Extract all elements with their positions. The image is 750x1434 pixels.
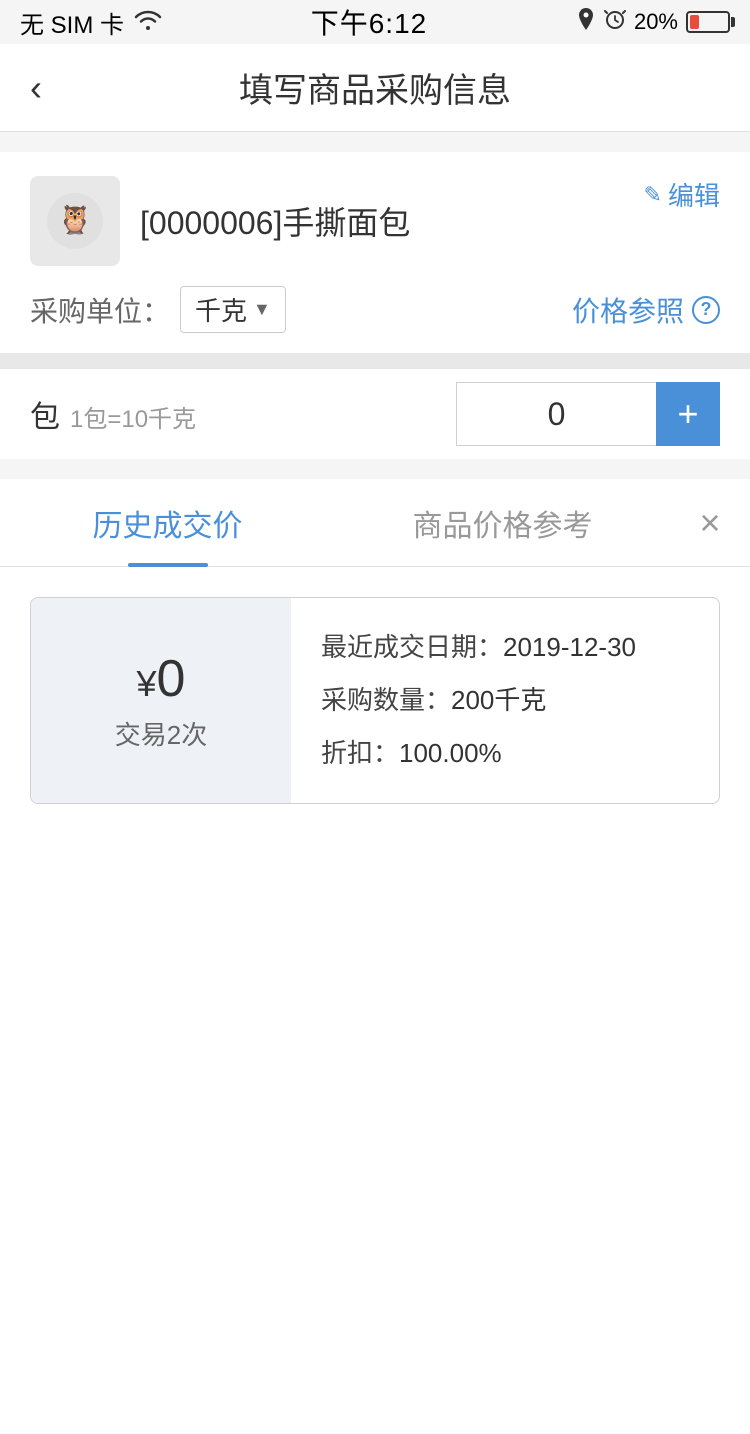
status-right: 20% [576, 7, 730, 37]
product-card: 🦉 [0000006]手撕面包 ✎ 编辑 采购单位： 千克 ▼ 价格参照 ? [0, 152, 750, 353]
product-left: 🦉 [0000006]手撕面包 [30, 176, 410, 266]
page-title: 填写商品采购信息 [239, 63, 511, 112]
status-bar: 无 SIM 卡 下午6:12 20% [0, 0, 750, 44]
price-ref-label: 价格参照 [572, 290, 684, 330]
tab-active-indicator [128, 563, 208, 567]
edit-icon: ✎ [644, 182, 662, 208]
unit-value: 千克 [195, 291, 247, 328]
history-card: ¥0 交易2次 最近成交日期：2019-12-30 采购数量：200千克 折扣：… [30, 597, 720, 804]
unit-select[interactable]: 千克 ▼ [180, 286, 286, 333]
history-content: ¥0 交易2次 最近成交日期：2019-12-30 采购数量：200千克 折扣：… [0, 567, 750, 834]
unit-dropdown-arrow: ▼ [253, 299, 271, 320]
carrier-text: 无 SIM 卡 [20, 5, 124, 40]
location-icon [576, 7, 596, 37]
status-time: 下午6:12 [311, 2, 428, 42]
quantity-input[interactable] [456, 382, 656, 446]
history-trade-times: 交易2次 [115, 715, 207, 752]
tabs-close-button[interactable]: × [670, 479, 750, 567]
tabs-header: 历史成交价 商品价格参考 × [0, 479, 750, 567]
alarm-icon [604, 8, 626, 36]
price-ref-help-icon: ? [692, 296, 720, 324]
back-button[interactable]: ‹ [30, 67, 42, 109]
quantity-row: 包 1包=10千克 + [0, 369, 750, 459]
section-divider [0, 353, 750, 369]
svg-text:🦉: 🦉 [58, 204, 93, 236]
history-price-summary: ¥0 交易2次 [31, 598, 291, 803]
product-unit-row: 采购单位： 千克 ▼ 价格参照 ? [30, 286, 720, 333]
wifi-icon [134, 8, 162, 37]
purchase-qty-value: 200千克 [451, 685, 546, 715]
qty-unit: 包 [30, 392, 60, 436]
price-yen-symbol: ¥ [137, 663, 157, 704]
quantity-plus-button[interactable]: + [656, 382, 720, 446]
discount-value: 100.00% [399, 738, 502, 768]
purchase-qty-label: 采购数量： [321, 685, 451, 715]
recent-date-row: 最近成交日期：2019-12-30 [321, 628, 689, 667]
discount-row: 折扣：100.00% [321, 734, 689, 773]
recent-date-value: 2019-12-30 [503, 632, 636, 662]
history-price-value: ¥0 [137, 649, 186, 709]
edit-label: 编辑 [668, 176, 720, 213]
status-left: 无 SIM 卡 [20, 5, 162, 40]
tab-product-price-label: 商品价格参考 [413, 501, 593, 545]
main-body [0, 834, 750, 1434]
product-header: 🦉 [0000006]手撕面包 ✎ 编辑 [30, 176, 720, 266]
discount-label: 折扣： [321, 738, 399, 768]
battery-icon [686, 11, 730, 33]
price-reference-button[interactable]: 价格参照 ? [572, 290, 720, 330]
product-image: 🦉 [30, 176, 120, 266]
battery-pct: 20% [634, 9, 678, 35]
price-number: 0 [157, 650, 186, 708]
recent-date-label: 最近成交日期： [321, 632, 503, 662]
tab-history-label: 历史成交价 [93, 501, 243, 545]
history-details: 最近成交日期：2019-12-30 采购数量：200千克 折扣：100.00% [291, 598, 719, 803]
tabs-panel: 历史成交价 商品价格参考 × ¥0 交易2次 最近成交日期：2019-12-30… [0, 479, 750, 834]
tab-history-price[interactable]: 历史成交价 [0, 479, 335, 567]
purchase-qty-row: 采购数量：200千克 [321, 681, 689, 720]
qty-conversion: 1包=10千克 [70, 399, 196, 434]
unit-label: 采购单位： [30, 290, 170, 330]
tab-product-price-ref[interactable]: 商品价格参考 [335, 479, 670, 567]
product-name: [0000006]手撕面包 [140, 198, 410, 244]
quantity-label: 包 1包=10千克 [30, 392, 196, 436]
edit-button[interactable]: ✎ 编辑 [644, 176, 720, 213]
nav-bar: ‹ 填写商品采购信息 [0, 44, 750, 132]
product-owl-icon: 🦉 [45, 191, 105, 251]
quantity-controls: + [456, 382, 720, 446]
